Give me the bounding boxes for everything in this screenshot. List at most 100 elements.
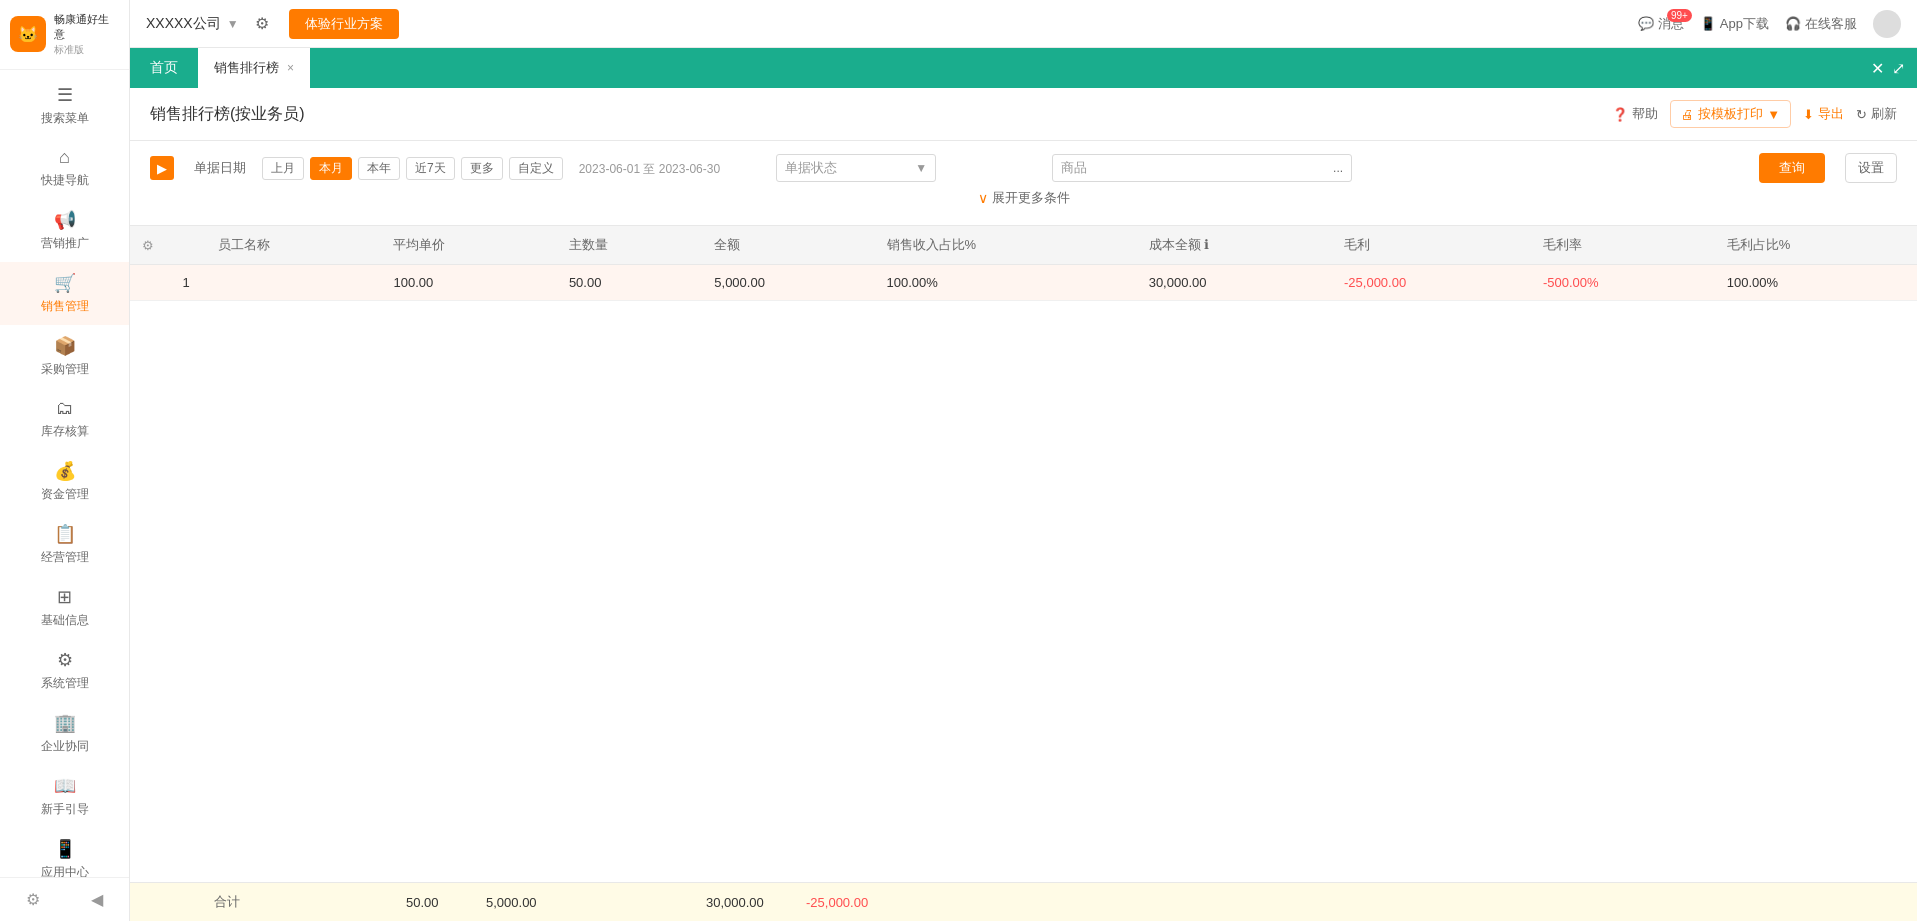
expand-conditions-button[interactable]: ∨ 展开更多条件 — [978, 189, 1070, 207]
message-badge: 99+ — [1667, 9, 1692, 22]
online-service-button[interactable]: 🎧 在线客服 — [1785, 15, 1857, 33]
online-service-label: 在线客服 — [1805, 15, 1857, 33]
sales-icon: 🛒 — [54, 272, 76, 294]
company-name: XXXXX公司 — [146, 15, 221, 33]
date-btn-this-month[interactable]: 本月 — [310, 157, 352, 180]
expand-filter-icon[interactable]: ▶ — [150, 156, 174, 180]
col-sales-pct: 销售收入占比% — [875, 226, 1137, 265]
query-button[interactable]: 查询 — [1759, 153, 1825, 183]
sidebar-item-label: 企业协同 — [41, 738, 89, 755]
template-print-button[interactable]: 🖨 按模板打印 ▼ — [1670, 100, 1791, 128]
sidebar-item-guide[interactable]: 📖 新手引导 — [0, 765, 129, 828]
sidebar-item-finance[interactable]: 💰 资金管理 — [0, 450, 129, 513]
col-amount: 全额 — [702, 226, 874, 265]
date-btn-more[interactable]: 更多 — [461, 157, 503, 180]
status-select[interactable]: 单据状态 ▼ — [776, 154, 936, 182]
row-gross-rate: -500.00% — [1531, 265, 1715, 301]
col-avg-price: 平均单价 — [381, 226, 556, 265]
sidebar-item-enterprise[interactable]: 🏢 企业协同 — [0, 702, 129, 765]
expand-icon: ∨ — [978, 190, 988, 206]
system-icon: ⚙ — [57, 649, 73, 671]
main-area: XXXXX公司 ▼ ⚙ 体验行业方案 💬 消息 99+ 📱 App下载 🎧 在线… — [130, 0, 1917, 921]
user-avatar[interactable] — [1873, 10, 1901, 38]
col-gross-pct: 毛利占比% — [1715, 226, 1917, 265]
app-download-button[interactable]: 📱 App下载 — [1700, 15, 1769, 33]
row-gross: -25,000.00 — [1332, 265, 1531, 301]
tab-close-icon[interactable]: × — [287, 61, 294, 75]
window-expand-icon[interactable]: ⤢ — [1892, 59, 1905, 78]
logo-subtitle: 标准版 — [54, 43, 119, 57]
footer-total-label: 合计 — [214, 893, 394, 911]
col-main-qty: 主数量 — [557, 226, 702, 265]
help-button[interactable]: ❓ 帮助 — [1612, 105, 1658, 123]
message-icon: 💬 — [1638, 16, 1654, 31]
message-button[interactable]: 💬 消息 99+ — [1638, 15, 1684, 33]
sidebar-item-basic[interactable]: ⊞ 基础信息 — [0, 576, 129, 639]
date-btn-7days[interactable]: 近7天 — [406, 157, 455, 180]
page-header: 销售排行榜(按业务员) ❓ 帮助 🖨 按模板打印 ▼ ⬇ 导出 ↻ 刷新 — [130, 88, 1917, 141]
product-input[interactable]: 商品 ... — [1052, 154, 1352, 182]
sidebar-item-operation[interactable]: 📋 经营管理 — [0, 513, 129, 576]
expand-label: 展开更多条件 — [992, 189, 1070, 207]
tab-home[interactable]: 首页 — [130, 48, 198, 88]
sidebar-item-label: 销售管理 — [41, 298, 89, 315]
status-label: 单据状态 — [785, 159, 837, 177]
app-download-label: App下载 — [1720, 15, 1769, 33]
logo-title: 畅康通好生意 — [54, 12, 119, 43]
topbar-settings-icon[interactable]: ⚙ — [255, 14, 269, 33]
row-avg-price: 100.00 — [381, 265, 556, 301]
basic-icon: ⊞ — [57, 586, 72, 608]
content-area: 销售排行榜(按业务员) ❓ 帮助 🖨 按模板打印 ▼ ⬇ 导出 ↻ 刷新 — [130, 88, 1917, 921]
sidebar-item-quicknav[interactable]: ⌂ 快捷导航 — [0, 137, 129, 199]
tab-window-controls: ✕ ⤢ — [1871, 59, 1917, 78]
date-btn-this-year[interactable]: 本年 — [358, 157, 400, 180]
footer-cost: 30,000.00 — [694, 895, 794, 910]
bottom-settings-icon[interactable]: ⚙ — [26, 890, 40, 909]
sidebar-item-sales[interactable]: 🛒 销售管理 — [0, 262, 129, 325]
sidebar-nav: ☰ 搜索菜单 ⌂ 快捷导航 📢 营销推广 🛒 销售管理 📦 采购管理 🗂 库存核… — [0, 70, 129, 877]
export-label: 导出 — [1818, 105, 1844, 123]
col-settings[interactable]: ⚙ — [130, 226, 166, 265]
collapse-sidebar-icon[interactable]: ◀ — [91, 890, 103, 909]
sidebar-item-label: 快捷导航 — [41, 172, 89, 189]
sidebar-item-marketing[interactable]: 📢 营销推广 — [0, 199, 129, 262]
col-rank — [166, 226, 206, 265]
filter-row: ▶ 单据日期 上月 本月 本年 近7天 更多 自定义 2023-06-01 至 … — [150, 153, 1897, 183]
row-main-qty: 50.00 — [557, 265, 702, 301]
sidebar-item-system[interactable]: ⚙ 系统管理 — [0, 639, 129, 702]
export-icon: ⬇ — [1803, 107, 1814, 122]
template-dropdown-icon: ▼ — [1767, 107, 1780, 122]
help-icon: ❓ — [1612, 107, 1628, 122]
page-title: 销售排行榜(按业务员) — [150, 104, 305, 125]
date-btn-last-month[interactable]: 上月 — [262, 157, 304, 180]
row-cost: 30,000.00 — [1137, 265, 1332, 301]
sidebar-item-label: 基础信息 — [41, 612, 89, 629]
company-selector[interactable]: XXXXX公司 ▼ — [146, 15, 239, 33]
logo-icon: 🐱 — [10, 16, 46, 52]
date-buttons: 上月 本月 本年 近7天 更多 自定义 — [262, 157, 563, 180]
sidebar-item-search[interactable]: ☰ 搜索菜单 — [0, 74, 129, 137]
product-more-icon: ... — [1333, 161, 1343, 175]
table-footer: 合计 50.00 5,000.00 30,000.00 -25,000.00 — [130, 882, 1917, 921]
settings-button[interactable]: 设置 — [1845, 153, 1897, 183]
tab-sales-ranking[interactable]: 销售排行榜 × — [198, 48, 310, 88]
sidebar-item-purchase[interactable]: 📦 采购管理 — [0, 325, 129, 388]
window-close-icon[interactable]: ✕ — [1871, 59, 1884, 78]
date-range: 2023-06-01 至 2023-06-30 — [579, 161, 720, 178]
col-gross-rate: 毛利率 — [1531, 226, 1715, 265]
status-dropdown-icon: ▼ — [915, 161, 927, 175]
sidebar-item-apps[interactable]: 📱 应用中心 — [0, 828, 129, 877]
refresh-label: 刷新 — [1871, 105, 1897, 123]
trial-button[interactable]: 体验行业方案 — [289, 9, 399, 39]
sidebar-item-inventory[interactable]: 🗂 库存核算 — [0, 388, 129, 450]
row-employee — [206, 265, 381, 301]
sidebar-bottom: ⚙ ◀ — [0, 877, 129, 921]
filter-area: ▶ 单据日期 上月 本月 本年 近7天 更多 自定义 2023-06-01 至 … — [130, 141, 1917, 226]
product-label: 商品 — [1061, 159, 1087, 177]
headset-icon: 🎧 — [1785, 16, 1801, 31]
date-btn-custom[interactable]: 自定义 — [509, 157, 563, 180]
refresh-button[interactable]: ↻ 刷新 — [1856, 105, 1897, 123]
date-label: 单据日期 — [194, 159, 246, 177]
col-employee: 员工名称 — [206, 226, 381, 265]
export-button[interactable]: ⬇ 导出 — [1803, 105, 1844, 123]
